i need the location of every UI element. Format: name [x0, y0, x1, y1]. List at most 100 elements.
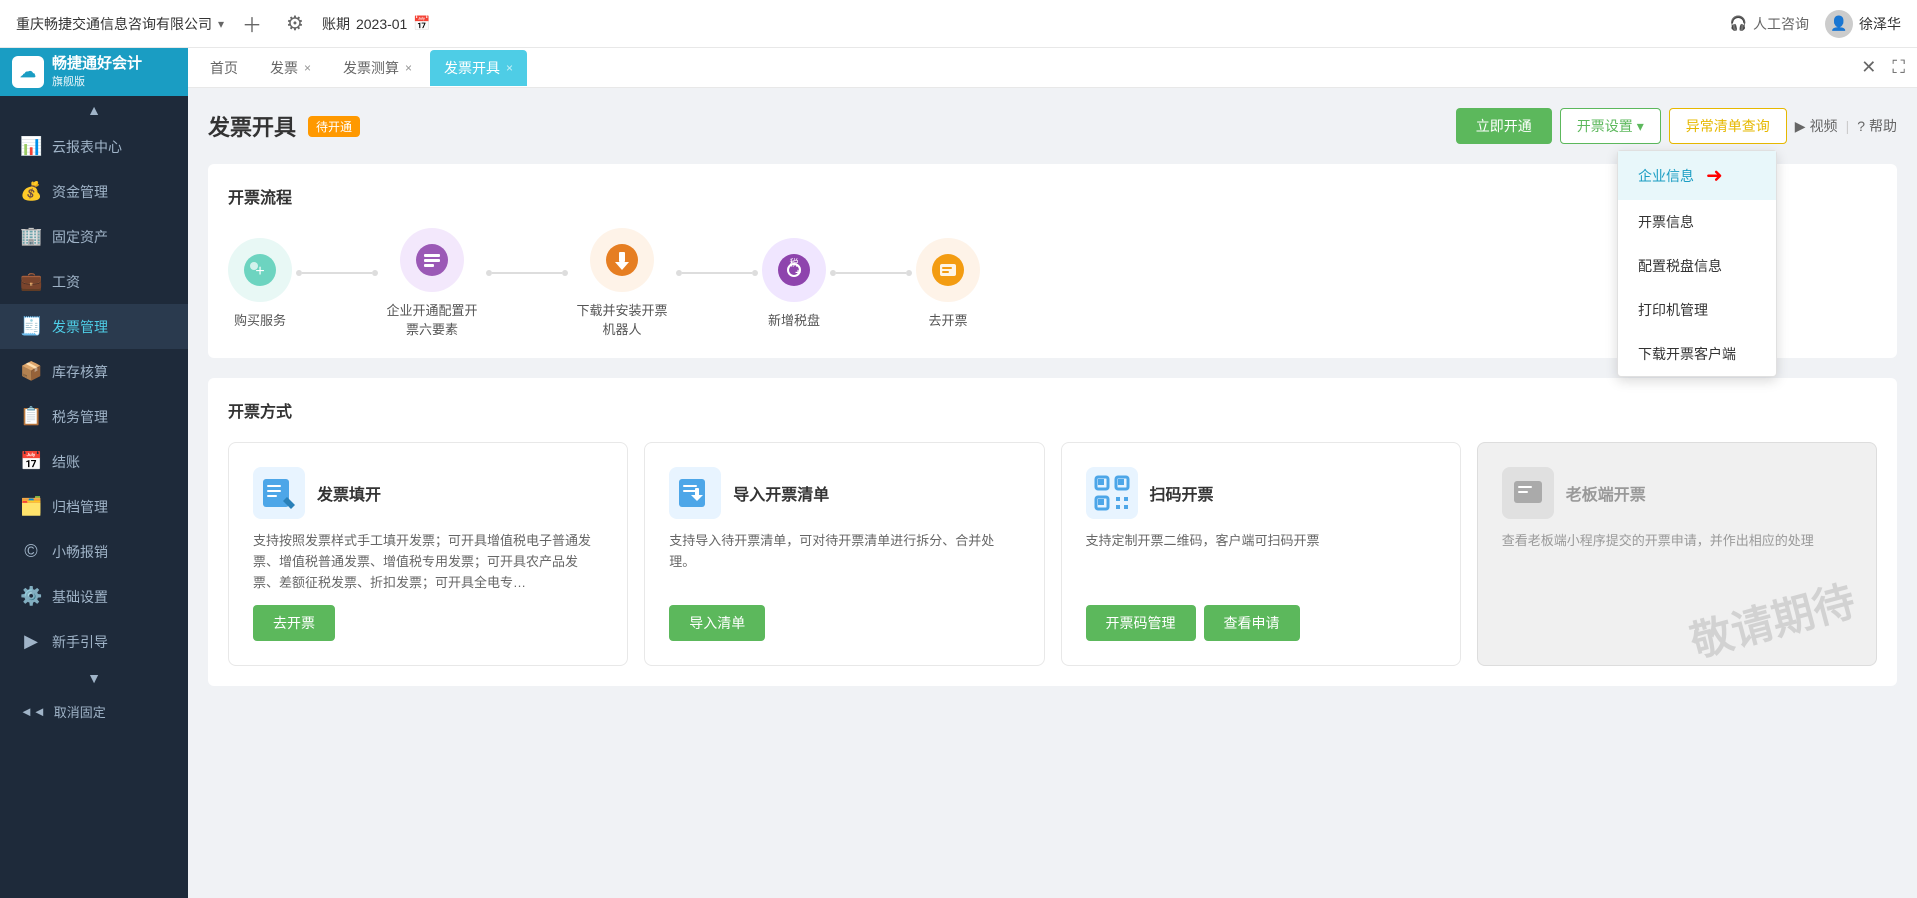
- tabs-bar: 首页 发票 × 发票测算 × 发票开具 × ✕ ⛶: [188, 48, 1917, 88]
- company-dropdown-icon: ▾: [218, 17, 224, 31]
- service-label: 人工咨询: [1753, 14, 1809, 34]
- config-step-label: 企业开通配置开票六要素: [382, 300, 482, 338]
- newtax-step-icon: 税+: [762, 238, 826, 302]
- sidebar-item-xiaochang[interactable]: © 小畅报销: [0, 529, 188, 574]
- connector-4: [826, 270, 916, 276]
- logo-badge: 旗舰版: [52, 73, 142, 89]
- company-selector[interactable]: 重庆畅捷交通信息咨询有限公司 ▾: [16, 14, 224, 34]
- sidebar-item-label: 发票管理: [52, 317, 108, 337]
- xiaochang-icon: ©: [20, 541, 42, 562]
- report-icon: 📊: [20, 136, 42, 157]
- import-desc: 支持导入待开票清单，可对待开票清单进行拆分、合并处理。: [669, 531, 1019, 573]
- cancel-pin-label: 取消固定: [54, 702, 106, 721]
- go-invoice-button[interactable]: 去开票: [253, 605, 335, 641]
- flow-step-new-tax: 税+ 新增税盘: [762, 238, 826, 329]
- sidebar-item-inventory[interactable]: 📦 库存核算: [0, 349, 188, 394]
- anomaly-button[interactable]: 异常清单查询: [1669, 108, 1787, 144]
- settings-button[interactable]: ⚙: [280, 7, 310, 40]
- archive-icon: 🗂️: [20, 496, 42, 517]
- video-button[interactable]: ▶ 视频: [1795, 116, 1838, 136]
- boss-icon: [1502, 467, 1554, 519]
- service-button[interactable]: 🎧 人工咨询: [1730, 14, 1809, 34]
- sidebar-item-fund[interactable]: 💰 资金管理: [0, 169, 188, 214]
- fund-icon: 💰: [20, 181, 42, 202]
- method-fill-header: 发票填开: [253, 467, 603, 519]
- page-header: 发票开具 待开通 立即开通 开票设置 ▾ 异常清单查询 ▶ 视频: [208, 108, 1897, 144]
- connector-2: [482, 270, 572, 276]
- scroll-up-button[interactable]: ▲: [0, 96, 188, 124]
- sidebar-item-label: 资金管理: [52, 182, 108, 202]
- guide-icon: ▶: [20, 631, 42, 652]
- invoice-settings-button[interactable]: 开票设置 ▾: [1560, 108, 1661, 144]
- dropdown-item-download-client[interactable]: 下载开票客户端: [1618, 332, 1776, 376]
- tab-invoice-close[interactable]: ×: [304, 61, 311, 75]
- dropdown-item-tax-disk[interactable]: 配置税盘信息: [1618, 244, 1776, 288]
- user-info[interactable]: 👤 徐泽华: [1825, 10, 1901, 38]
- tab-invoice-tool-label: 发票开具: [444, 58, 500, 78]
- sidebar-item-invoice[interactable]: 🧾 发票管理: [0, 304, 188, 349]
- activate-button[interactable]: 立即开通: [1456, 108, 1552, 144]
- scan-icon: [1086, 467, 1138, 519]
- download-step-icon: [590, 228, 654, 292]
- help-button[interactable]: ? 帮助: [1857, 116, 1897, 136]
- svg-text:+: +: [795, 268, 801, 279]
- avatar: 👤: [1825, 10, 1853, 38]
- flow-step-config: 企业开通配置开票六要素: [382, 228, 482, 338]
- logo-text-area: 畅捷通好会计 旗舰版: [52, 55, 142, 89]
- sidebar-item-guide[interactable]: ▶ 新手引导: [0, 619, 188, 664]
- tabs-right: ✕ ⛶: [1857, 53, 1909, 82]
- sidebar-item-label: 固定资产: [52, 227, 108, 247]
- add-company-button[interactable]: ＋: [236, 5, 268, 42]
- play-icon: ▶: [1795, 118, 1806, 135]
- dropdown-label: 企业信息: [1638, 166, 1694, 186]
- methods-title: 开票方式: [228, 398, 1877, 422]
- sidebar-item-payroll[interactable]: 💼 工资: [0, 259, 188, 304]
- pending-watermark: 敬请期待: [1683, 568, 1861, 667]
- view-application-button[interactable]: 查看申请: [1204, 605, 1300, 641]
- methods-grid: 发票填开 支持按照发票样式手工填开发票；可开具增值税电子普通发票、增值税普通发票…: [228, 442, 1877, 666]
- page-title: 发票开具: [208, 110, 296, 142]
- status-badge: 待开通: [308, 116, 360, 137]
- tab-invoice-tool[interactable]: 发票开具 ×: [430, 50, 527, 86]
- asset-icon: 🏢: [20, 226, 42, 247]
- method-card-scan: 扫码开票 支持定制开票二维码，客户端可扫码开票 开票码管理 查看申请: [1061, 442, 1461, 666]
- tab-home[interactable]: 首页: [196, 50, 252, 86]
- close-tab-button[interactable]: ✕: [1857, 53, 1880, 82]
- method-card-boss: 老板端开票 查看老板端小程序提交的开票申请，并作出相应的处理 敬请期待: [1477, 442, 1877, 666]
- sidebar-item-asset[interactable]: 🏢 固定资产: [0, 214, 188, 259]
- sidebar-item-label: 归档管理: [52, 497, 108, 517]
- dropdown-item-company-info[interactable]: 企业信息 ➜: [1618, 151, 1776, 200]
- sidebar-item-tax[interactable]: 📋 税务管理: [0, 394, 188, 439]
- method-boss-header: 老板端开票: [1502, 467, 1852, 519]
- sidebar-item-report[interactable]: 📊 云报表中心: [0, 124, 188, 169]
- tab-invoice-calc-close[interactable]: ×: [405, 61, 412, 75]
- tab-invoice-tool-close[interactable]: ×: [506, 61, 513, 75]
- dropdown-item-invoice-info[interactable]: 开票信息: [1618, 200, 1776, 244]
- maximize-button[interactable]: ⛶: [1888, 53, 1909, 82]
- tab-invoice[interactable]: 发票 ×: [256, 50, 325, 86]
- sidebar-item-archive[interactable]: 🗂️ 归档管理: [0, 484, 188, 529]
- top-bar: 重庆畅捷交通信息咨询有限公司 ▾ ＋ ⚙ 账期 2023-01 📅 🎧 人工咨询…: [0, 0, 1917, 48]
- scan-buttons: 开票码管理 查看申请: [1086, 605, 1436, 641]
- company-name: 重庆畅捷交通信息咨询有限公司: [16, 14, 212, 34]
- account-period: 账期 2023-01 📅: [322, 14, 431, 34]
- calendar-icon: 📅: [413, 15, 430, 32]
- divider: |: [1846, 118, 1850, 134]
- sidebar-item-settle[interactable]: 📅 结账: [0, 439, 188, 484]
- sidebar-item-label: 小畅报销: [52, 542, 108, 562]
- settings-nav-icon: ⚙️: [20, 586, 42, 607]
- flow-step-go-invoice: 去开票: [916, 238, 980, 329]
- logo-symbol: ☁: [20, 62, 36, 82]
- sidebar-item-label: 库存核算: [52, 362, 108, 382]
- dropdown-item-printer[interactable]: 打印机管理: [1618, 288, 1776, 332]
- scroll-down-button[interactable]: ▼: [0, 664, 188, 692]
- tab-invoice-calc[interactable]: 发票测算 ×: [329, 50, 426, 86]
- import-list-button[interactable]: 导入清单: [669, 605, 765, 641]
- buy-step-icon: +: [228, 238, 292, 302]
- settle-icon: 📅: [20, 451, 42, 472]
- qrcode-manage-button[interactable]: 开票码管理: [1086, 605, 1196, 641]
- scan-desc: 支持定制开票二维码，客户端可扫码开票: [1086, 531, 1436, 552]
- cancel-pin-button[interactable]: ◄◄ 取消固定: [0, 692, 188, 731]
- sidebar-item-settings[interactable]: ⚙️ 基础设置: [0, 574, 188, 619]
- headset-icon: 🎧: [1730, 15, 1747, 32]
